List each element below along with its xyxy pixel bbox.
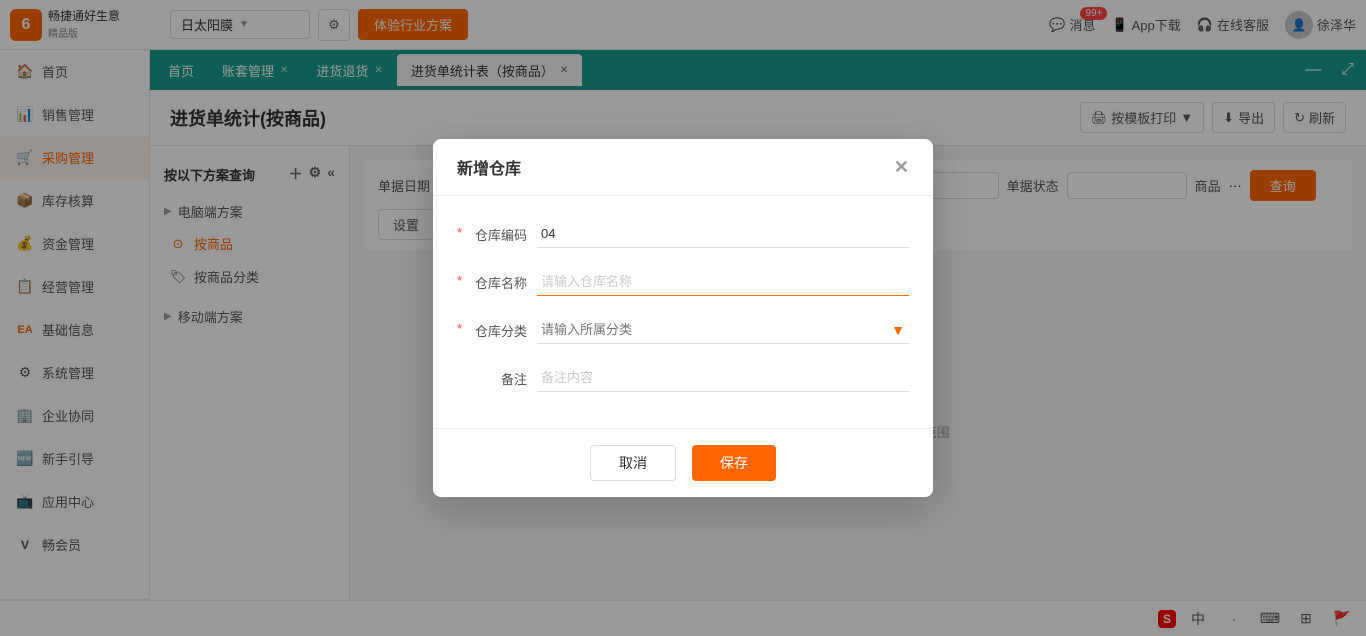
modal-title: 新增仓库 <box>457 155 521 179</box>
warehouse-name-row: 仓库名称 <box>457 268 909 296</box>
modal-footer: 取消 保存 <box>433 428 933 497</box>
note-label: 备注 <box>457 369 537 388</box>
add-warehouse-modal: 新增仓库 ✕ 仓库编码 仓库名称 仓库分类 ▼ <box>433 139 933 497</box>
warehouse-type-dropdown-icon[interactable]: ▼ <box>891 322 905 338</box>
save-button[interactable]: 保存 <box>692 445 776 481</box>
warehouse-type-label: 仓库分类 <box>457 321 537 340</box>
warehouse-name-label: 仓库名称 <box>457 273 537 292</box>
warehouse-code-input[interactable] <box>537 220 909 248</box>
warehouse-type-row: 仓库分类 ▼ <box>457 316 909 344</box>
warehouse-type-input[interactable] <box>537 316 891 343</box>
warehouse-code-row: 仓库编码 <box>457 220 909 248</box>
modal-overlay[interactable]: 新增仓库 ✕ 仓库编码 仓库名称 仓库分类 ▼ <box>0 0 1366 636</box>
modal-header: 新增仓库 ✕ <box>433 139 933 196</box>
warehouse-code-label: 仓库编码 <box>457 225 537 244</box>
cancel-button[interactable]: 取消 <box>590 445 676 481</box>
modal-close-button[interactable]: ✕ <box>894 157 909 178</box>
note-row: 备注 <box>457 364 909 392</box>
warehouse-type-select-wrap: ▼ <box>537 316 909 344</box>
modal-body: 仓库编码 仓库名称 仓库分类 ▼ 备注 <box>433 196 933 428</box>
note-input[interactable] <box>537 364 909 392</box>
warehouse-name-input[interactable] <box>537 268 909 296</box>
